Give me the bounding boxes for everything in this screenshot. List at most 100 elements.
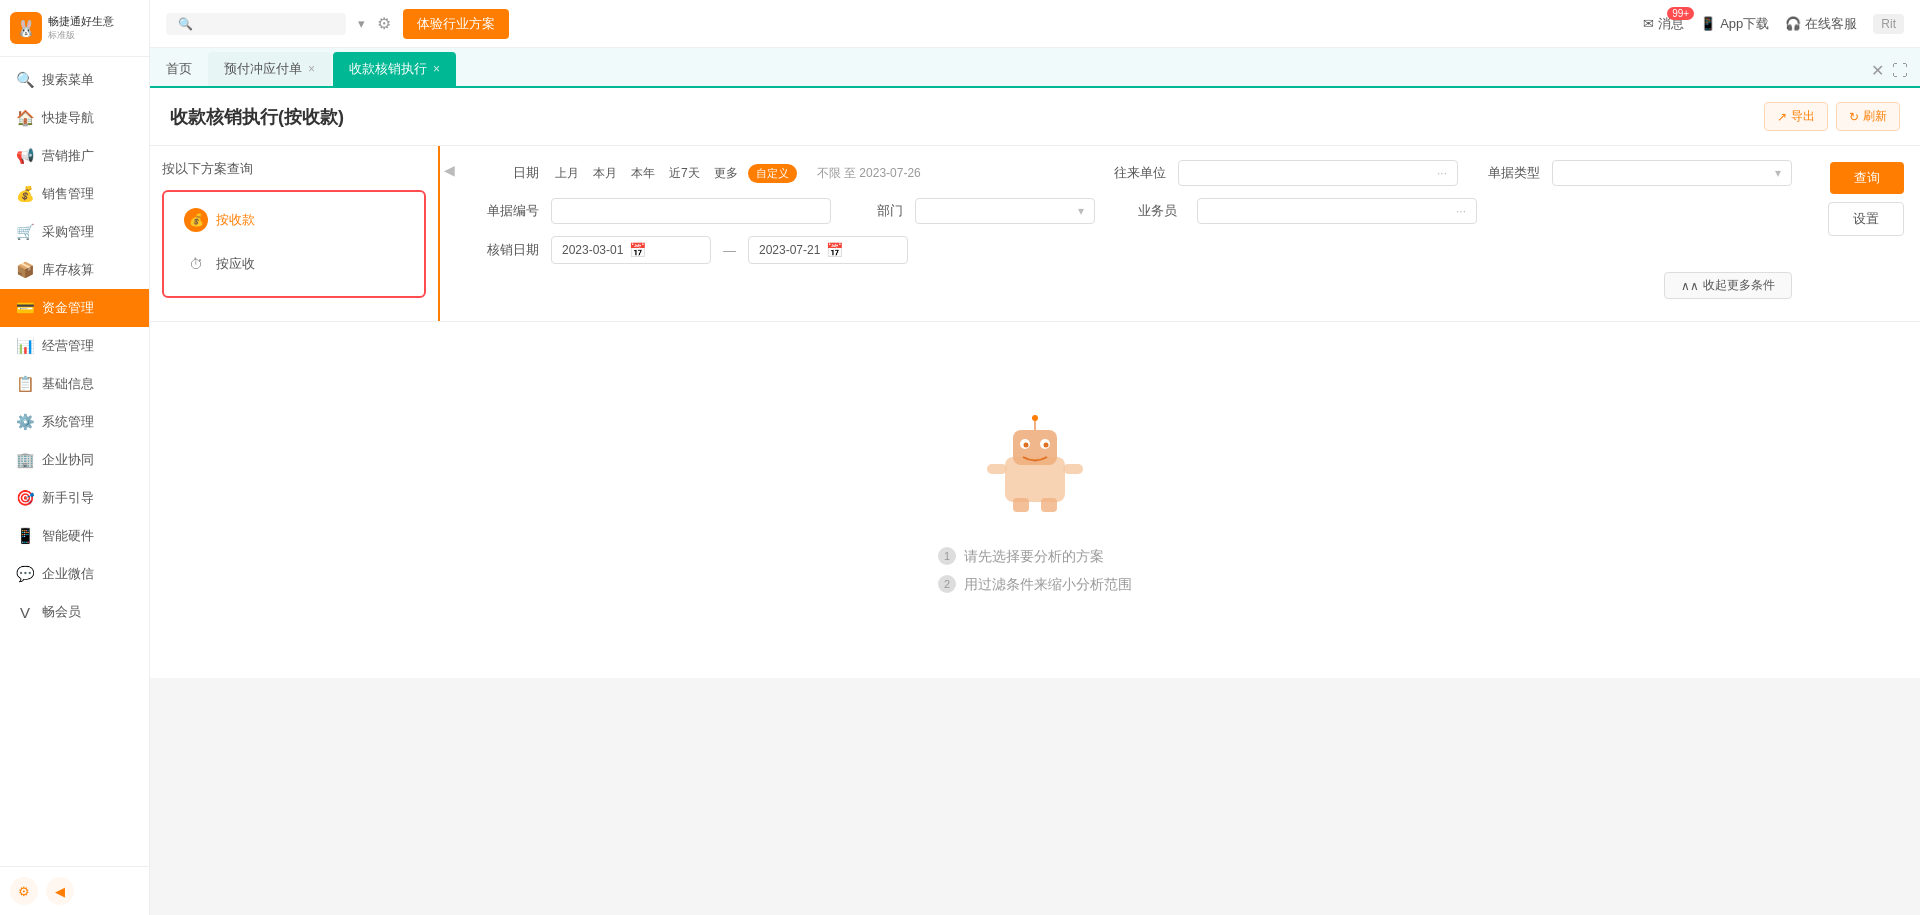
sidebar-item-purchase[interactable]: 🛒 采购管理 xyxy=(0,213,149,251)
settings-icon[interactable]: ⚙ xyxy=(10,877,38,905)
system-icon: ⚙️ xyxy=(16,413,34,431)
svg-rect-8 xyxy=(987,464,1007,474)
svg-point-7 xyxy=(1032,415,1038,421)
department-select[interactable]: ▾ xyxy=(915,198,1095,224)
collapse-panel-btn[interactable]: ◀ xyxy=(440,146,459,321)
expand-tab-icon[interactable]: ⛶ xyxy=(1892,62,1908,80)
filter-option-by-receipt[interactable]: 💰 按收款 xyxy=(172,200,416,240)
marketing-icon: 📢 xyxy=(16,147,34,165)
filter-options-box: 💰 按收款 ⏱ 按应收 xyxy=(162,190,426,298)
sidebar-item-hardware[interactable]: 📱 智能硬件 xyxy=(0,517,149,555)
tab-close-prepay[interactable]: × xyxy=(308,62,315,76)
finance-icon: 💳 xyxy=(16,299,34,317)
sidebar-bottom: ⚙ ◀ xyxy=(0,866,149,915)
tabs-actions: ✕ ⛶ xyxy=(1859,61,1920,86)
verify-date-end[interactable]: 2023-07-21 📅 xyxy=(748,236,908,264)
date-last-month[interactable]: 上月 xyxy=(551,163,583,184)
receipt-icon: 💰 xyxy=(184,208,208,232)
cal-start-icon[interactable]: 📅 xyxy=(629,242,646,258)
empty-illustration xyxy=(975,402,1095,522)
user-info[interactable]: Rit xyxy=(1873,14,1904,34)
tab-close-receivable[interactable]: × xyxy=(433,62,440,76)
sidebar-item-basic[interactable]: 📋 基础信息 xyxy=(0,365,149,403)
filter-rows: 日期 上月 本月 本年 近7天 更多 自定义 不限 至 2023-07-26 xyxy=(479,160,1792,264)
sidebar-item-member[interactable]: V 畅会员 xyxy=(0,593,149,631)
department-label: 部门 xyxy=(863,202,903,220)
app-download-btn[interactable]: 📱 App下载 xyxy=(1700,15,1769,33)
sidebar-item-guide[interactable]: 🎯 新手引导 xyxy=(0,479,149,517)
search-icon: 🔍 xyxy=(16,71,34,89)
content-header: 收款核销执行(按收款) ↗ 导出 ↻ 刷新 xyxy=(150,88,1920,146)
svg-point-4 xyxy=(1024,443,1029,448)
query-btn[interactable]: 查询 xyxy=(1830,162,1904,194)
topbar-search[interactable]: 🔍 xyxy=(166,13,346,35)
sidebar-item-inventory[interactable]: 📦 库存核算 xyxy=(0,251,149,289)
chevron-up-icon: ∧∧ xyxy=(1681,279,1699,293)
refresh-btn[interactable]: ↻ 刷新 xyxy=(1836,102,1900,131)
hint-item-1: 1 请先选择要分析的方案 xyxy=(938,542,1132,570)
service-btn[interactable]: 🎧 在线客服 xyxy=(1785,15,1857,33)
sidebar-item-quick-nav[interactable]: 🏠 快捷导航 xyxy=(0,99,149,137)
doc-type-select[interactable]: ▾ xyxy=(1552,160,1792,186)
tab-home[interactable]: 首页 xyxy=(150,52,208,86)
filter-row-3: 核销日期 2023-03-01 📅 — 2023-07-21 📅 xyxy=(479,236,1792,264)
service-icon: 🎧 xyxy=(1785,16,1801,31)
filter-right-panel: 日期 上月 本月 本年 近7天 更多 自定义 不限 至 2023-07-26 xyxy=(459,146,1812,321)
sidebar-item-search[interactable]: 🔍 搜索菜单 xyxy=(0,61,149,99)
close-tab-icon[interactable]: ✕ xyxy=(1871,61,1884,80)
header-actions: ↗ 导出 ↻ 刷新 xyxy=(1764,102,1900,145)
filter-option-by-receivable[interactable]: ⏱ 按应收 xyxy=(172,244,416,284)
sidebar-logo: 🐰 畅捷通好生意 标准版 xyxy=(0,0,149,57)
app-icon: 📱 xyxy=(1700,16,1716,31)
partner-input[interactable]: ··· xyxy=(1178,160,1458,186)
message-badge: 99+ xyxy=(1667,7,1694,20)
date-more[interactable]: 更多 xyxy=(710,163,742,184)
industry-btn[interactable]: 体验行业方案 xyxy=(403,9,509,39)
wechat-icon: 💬 xyxy=(16,565,34,583)
refresh-icon: ↻ xyxy=(1849,110,1859,124)
message-icon: ✉ xyxy=(1643,16,1654,31)
verify-date-start[interactable]: 2023-03-01 📅 xyxy=(551,236,711,264)
filter-area: 按以下方案查询 💰 按收款 ⏱ 按应收 ◀ xyxy=(150,146,1920,322)
query-actions: 查询 设置 xyxy=(1812,146,1920,321)
date-this-month[interactable]: 本月 xyxy=(589,163,621,184)
filter-panel-title: 按以下方案查询 xyxy=(162,160,426,178)
topbar-dropdown-arrow[interactable]: ▾ xyxy=(358,16,365,31)
message-btn[interactable]: ✉ 消息 99+ xyxy=(1643,15,1684,33)
cal-end-icon[interactable]: 📅 xyxy=(826,242,843,258)
date-custom[interactable]: 自定义 xyxy=(748,164,797,183)
hint-num-2: 2 xyxy=(938,575,956,593)
filter-section: 按以下方案查询 💰 按收款 ⏱ 按应收 ◀ xyxy=(150,146,1920,322)
export-icon: ↗ xyxy=(1777,110,1787,124)
doc-no-input[interactable] xyxy=(551,198,831,224)
sidebar-item-sales[interactable]: 💰 销售管理 xyxy=(0,175,149,213)
hint-item-2: 2 用过滤条件来缩小分析范围 xyxy=(938,570,1132,598)
logo-text: 畅捷通好生意 标准版 xyxy=(48,14,114,41)
export-btn[interactable]: ↗ 导出 xyxy=(1764,102,1828,131)
topbar: 🔍 ▾ ⚙ 体验行业方案 ✉ 消息 99+ 📱 App下载 🎧 在线客服 Rit xyxy=(150,0,1920,48)
date-unlimited: 不限 至 2023-07-26 xyxy=(817,165,1084,182)
empty-state: 1 请先选择要分析的方案 2 用过滤条件来缩小分析范围 xyxy=(150,322,1920,678)
sidebar-item-system[interactable]: ⚙️ 系统管理 xyxy=(0,403,149,441)
topbar-gear-icon[interactable]: ⚙ xyxy=(377,14,391,33)
sidebar-item-wechat[interactable]: 💬 企业微信 xyxy=(0,555,149,593)
sidebar-menu: 🔍 搜索菜单 🏠 快捷导航 📢 营销推广 💰 销售管理 🛒 采购管理 📦 库存核… xyxy=(0,57,149,866)
tab-receivable[interactable]: 收款核销执行 × xyxy=(333,52,456,86)
verify-date-label: 核销日期 xyxy=(479,241,539,259)
sidebar-item-enterprise[interactable]: 🏢 企业协同 xyxy=(0,441,149,479)
sales-icon: 💰 xyxy=(16,185,34,203)
date-last-7-days[interactable]: 近7天 xyxy=(665,163,704,184)
date-this-year[interactable]: 本年 xyxy=(627,163,659,184)
salesperson-input[interactable]: ··· xyxy=(1197,198,1477,224)
page-title: 收款核销执行(按收款) xyxy=(170,105,344,143)
date-label: 日期 xyxy=(479,164,539,182)
topbar-search-icon: 🔍 xyxy=(178,17,193,31)
svg-rect-10 xyxy=(1013,498,1029,512)
collapse-more-btn[interactable]: ∧∧ 收起更多条件 xyxy=(1664,272,1792,299)
set-btn[interactable]: 设置 xyxy=(1828,202,1904,236)
sidebar-item-finance[interactable]: 💳 资金管理 xyxy=(0,289,149,327)
collapse-sidebar-icon[interactable]: ◀ xyxy=(46,877,74,905)
sidebar-item-marketing[interactable]: 📢 营销推广 xyxy=(0,137,149,175)
tab-prepay[interactable]: 预付冲应付单 × xyxy=(208,52,331,86)
sidebar-item-operation[interactable]: 📊 经营管理 xyxy=(0,327,149,365)
